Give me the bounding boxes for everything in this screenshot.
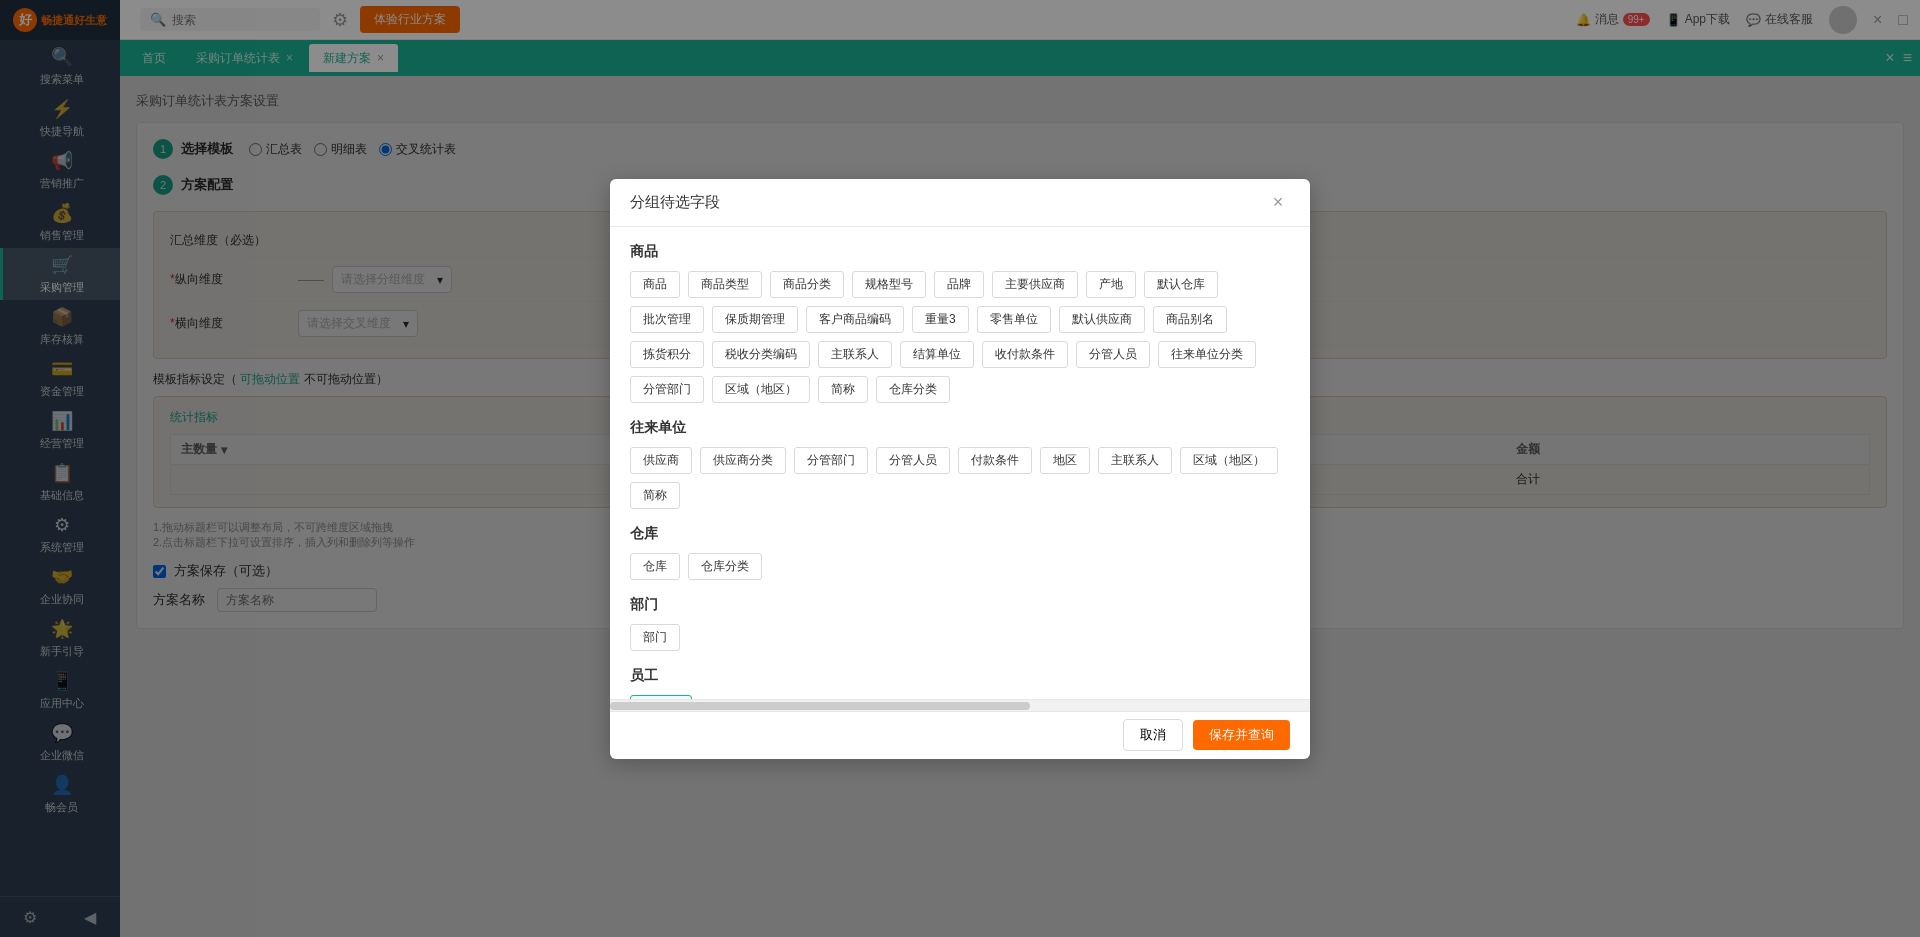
field-select-modal: 分组待选字段 × 商品商品商品类型商品分类规格型号品牌主要供应商产地默认仓库批次… <box>610 179 1310 759</box>
field-tag[interactable]: 简称 <box>818 376 868 403</box>
field-tag[interactable]: 税收分类编码 <box>712 341 810 368</box>
modal-body[interactable]: 商品商品商品类型商品分类规格型号品牌主要供应商产地默认仓库批次管理保质期管理客户… <box>610 227 1310 699</box>
field-tag[interactable]: 主联系人 <box>1098 447 1172 474</box>
field-tag[interactable]: 付款条件 <box>958 447 1032 474</box>
field-tag[interactable]: 分管部门 <box>794 447 868 474</box>
field-tag[interactable]: 主联系人 <box>818 341 892 368</box>
cancel-btn[interactable]: 取消 <box>1123 719 1183 751</box>
field-group-title: 往来单位 <box>630 419 1290 437</box>
field-tag[interactable]: 仓库分类 <box>688 553 762 580</box>
field-group-仓库: 仓库仓库仓库分类 <box>630 525 1290 580</box>
field-tag[interactable]: 供应商 <box>630 447 692 474</box>
field-group-往来单位: 往来单位供应商供应商分类分管部门分管人员付款条件地区主联系人区域（地区） 简称 <box>630 419 1290 509</box>
field-tag[interactable]: 供应商分类 <box>700 447 786 474</box>
field-group-title: 商品 <box>630 243 1290 261</box>
field-tag[interactable]: 拣货积分 <box>630 341 704 368</box>
field-tag[interactable]: 往来单位分类 <box>1158 341 1256 368</box>
field-group-title: 员工 <box>630 667 1290 685</box>
field-tag[interactable]: 分管人员 <box>1076 341 1150 368</box>
field-tag[interactable]: 产地 <box>1086 271 1136 298</box>
field-tag[interactable]: 区域（地区） <box>1180 447 1278 474</box>
field-tag[interactable]: 客户商品编码 <box>806 306 904 333</box>
modal-close-btn[interactable]: × <box>1266 190 1290 214</box>
field-tag[interactable]: 批次管理 <box>630 306 704 333</box>
field-tag[interactable]: 商品类型 <box>688 271 762 298</box>
field-tag[interactable]: 默认供应商 <box>1059 306 1145 333</box>
field-tag[interactable]: 保质期管理 <box>712 306 798 333</box>
field-tag[interactable]: 部门 <box>630 624 680 651</box>
field-tag[interactable]: 仓库分类 <box>876 376 950 403</box>
field-tag[interactable]: 分管人员 <box>876 447 950 474</box>
field-tag[interactable]: 区域（地区） <box>712 376 810 403</box>
field-group-商品: 商品商品商品类型商品分类规格型号品牌主要供应商产地默认仓库批次管理保质期管理客户… <box>630 243 1290 403</box>
field-tag[interactable]: 结算单位 <box>900 341 974 368</box>
modal-footer: 取消 保存并查询 <box>610 711 1310 759</box>
modal-header: 分组待选字段 × <box>610 179 1310 227</box>
field-tag[interactable]: 品牌 <box>934 271 984 298</box>
field-group-title: 部门 <box>630 596 1290 614</box>
field-tag[interactable]: 零售单位 <box>977 306 1051 333</box>
field-tag[interactable]: 分管部门 <box>630 376 704 403</box>
confirm-btn[interactable]: 保存并查询 <box>1193 720 1290 750</box>
modal-title: 分组待选字段 <box>630 193 720 212</box>
field-tag[interactable]: 地区 <box>1040 447 1090 474</box>
field-tag[interactable]: 重量3 <box>912 306 969 333</box>
field-group-title: 仓库 <box>630 525 1290 543</box>
field-tag[interactable]: 主要供应商 <box>992 271 1078 298</box>
field-tag[interactable]: 商品 <box>630 271 680 298</box>
hscroll-thumb <box>610 702 1030 710</box>
field-tag[interactable]: 规格型号 <box>852 271 926 298</box>
field-tag[interactable]: 默认仓库 <box>1144 271 1218 298</box>
field-group-员工: 员工业务员 <box>630 667 1290 699</box>
field-tag[interactable]: 简称 <box>630 482 680 509</box>
field-tag[interactable]: 商品分类 <box>770 271 844 298</box>
modal-hscroll[interactable] <box>610 699 1310 711</box>
field-tag[interactable]: 商品别名 <box>1153 306 1227 333</box>
field-group-部门: 部门部门 <box>630 596 1290 651</box>
field-tag[interactable]: 收付款条件 <box>982 341 1068 368</box>
field-tag[interactable]: 仓库 <box>630 553 680 580</box>
